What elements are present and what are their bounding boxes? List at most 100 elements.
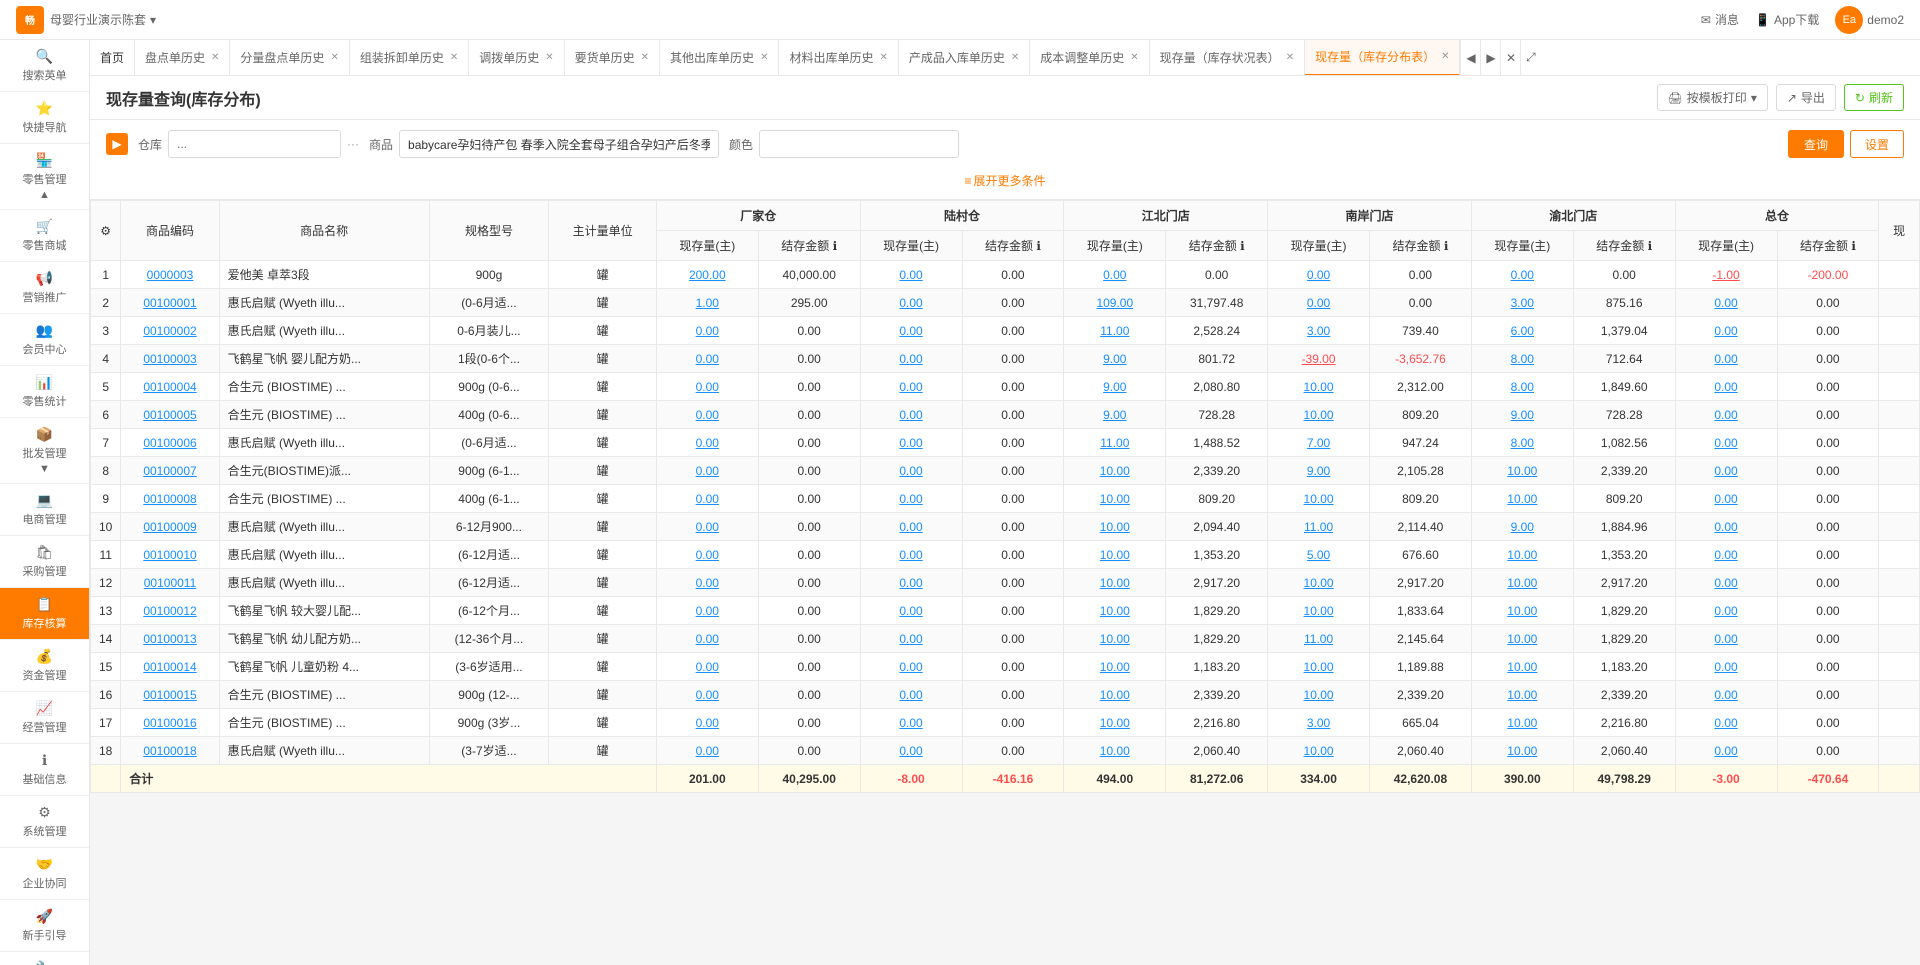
row-yubei-qty[interactable]: 10.00 xyxy=(1471,709,1573,737)
tab-nav-left[interactable]: ◀ xyxy=(1460,40,1480,76)
sidebar-item-system[interactable]: ⚙ 系统管理 xyxy=(0,796,89,848)
row-factory-qty[interactable]: 0.00 xyxy=(656,513,758,541)
row-total-qty[interactable]: 0.00 xyxy=(1675,317,1777,345)
row-lu-qty[interactable]: 0.00 xyxy=(860,289,962,317)
filter-toggle-btn[interactable]: ▶ xyxy=(106,133,128,155)
row-lu-qty[interactable]: 0.00 xyxy=(860,429,962,457)
search-button[interactable]: 查询 xyxy=(1788,130,1844,158)
close-icon[interactable]: ✕ xyxy=(1286,52,1294,63)
row-yubei-qty[interactable]: 10.00 xyxy=(1471,541,1573,569)
row-factory-qty[interactable]: 0.00 xyxy=(656,709,758,737)
close-icon[interactable]: ✕ xyxy=(330,52,338,63)
row-factory-qty[interactable]: 0.00 xyxy=(656,625,758,653)
row-yubei-qty[interactable]: 8.00 xyxy=(1471,429,1573,457)
row-factory-qty[interactable]: 0.00 xyxy=(656,541,758,569)
row-lu-qty[interactable]: 0.00 xyxy=(860,709,962,737)
row-nanan-qty[interactable]: 10.00 xyxy=(1268,681,1370,709)
row-code[interactable]: 00100004 xyxy=(121,373,219,401)
sidebar-item-apps[interactable]: 🔧 应用中心 xyxy=(0,952,89,965)
row-lu-qty[interactable]: 0.00 xyxy=(860,513,962,541)
row-code[interactable]: 00100013 xyxy=(121,625,219,653)
row-factory-qty[interactable]: 0.00 xyxy=(656,653,758,681)
row-factory-qty[interactable]: 0.00 xyxy=(656,317,758,345)
row-factory-qty[interactable]: 0.00 xyxy=(656,401,758,429)
row-yubei-qty[interactable]: 10.00 xyxy=(1471,457,1573,485)
row-code[interactable]: 00100018 xyxy=(121,737,219,765)
row-lu-qty[interactable]: 0.00 xyxy=(860,401,962,429)
row-jiangbei-qty[interactable]: 10.00 xyxy=(1064,709,1166,737)
row-yubei-qty[interactable]: 10.00 xyxy=(1471,485,1573,513)
row-nanan-qty[interactable]: 10.00 xyxy=(1268,737,1370,765)
row-nanan-qty[interactable]: 11.00 xyxy=(1268,513,1370,541)
row-total-qty[interactable]: 0.00 xyxy=(1675,429,1777,457)
row-code[interactable]: 00100016 xyxy=(121,709,219,737)
close-icon[interactable]: ✕ xyxy=(545,52,553,63)
row-code[interactable]: 00100005 xyxy=(121,401,219,429)
row-jiangbei-qty[interactable]: 10.00 xyxy=(1064,457,1166,485)
row-nanan-qty[interactable]: 0.00 xyxy=(1268,261,1370,289)
row-lu-qty[interactable]: 0.00 xyxy=(860,737,962,765)
row-total-qty[interactable]: 0.00 xyxy=(1675,401,1777,429)
tab-assembly[interactable]: 组装拆卸单历史 ✕ xyxy=(350,40,469,76)
row-nanan-qty[interactable]: 9.00 xyxy=(1268,457,1370,485)
tab-home[interactable]: 首页 xyxy=(90,40,135,76)
row-code[interactable]: 00100007 xyxy=(121,457,219,485)
setting-button[interactable]: 设置 xyxy=(1850,130,1904,158)
close-icon[interactable]: ✕ xyxy=(1011,52,1019,63)
settings-col-header[interactable]: ⚙ xyxy=(91,201,121,261)
close-icon[interactable]: ✕ xyxy=(641,52,649,63)
row-yubei-qty[interactable]: 9.00 xyxy=(1471,513,1573,541)
row-code[interactable]: 00100014 xyxy=(121,653,219,681)
row-code[interactable]: 00100015 xyxy=(121,681,219,709)
row-yubei-qty[interactable]: 3.00 xyxy=(1471,289,1573,317)
row-total-qty[interactable]: 0.00 xyxy=(1675,597,1777,625)
row-yubei-qty[interactable]: 8.00 xyxy=(1471,345,1573,373)
row-code[interactable]: 00100003 xyxy=(121,345,219,373)
sidebar-item-search[interactable]: 🔍 搜索英单 xyxy=(0,40,89,92)
row-lu-qty[interactable]: 0.00 xyxy=(860,345,962,373)
row-yubei-qty[interactable]: 6.00 xyxy=(1471,317,1573,345)
expand-filter-btn[interactable]: ≡ 展开更多条件 xyxy=(964,172,1045,189)
row-yubei-qty[interactable]: 8.00 xyxy=(1471,373,1573,401)
row-yubei-qty[interactable]: 0.00 xyxy=(1471,261,1573,289)
row-jiangbei-qty[interactable]: 0.00 xyxy=(1064,261,1166,289)
sidebar-item-operations[interactable]: 📈 经营管理 xyxy=(0,692,89,744)
row-factory-qty[interactable]: 0.00 xyxy=(656,569,758,597)
row-nanan-qty[interactable]: 5.00 xyxy=(1268,541,1370,569)
row-jiangbei-qty[interactable]: 9.00 xyxy=(1064,401,1166,429)
row-nanan-qty[interactable]: 10.00 xyxy=(1268,401,1370,429)
tab-stocktake-history[interactable]: 盘点单历史 ✕ xyxy=(135,40,230,76)
close-icon[interactable]: ✕ xyxy=(760,52,768,63)
color-input[interactable] xyxy=(759,130,959,158)
tab-maximize[interactable]: ⤢ xyxy=(1520,40,1540,76)
row-jiangbei-qty[interactable]: 10.00 xyxy=(1064,485,1166,513)
row-lu-qty[interactable]: 0.00 xyxy=(860,485,962,513)
row-code[interactable]: 00100011 xyxy=(121,569,219,597)
row-jiangbei-qty[interactable]: 10.00 xyxy=(1064,681,1166,709)
tab-product-inbound[interactable]: 产成品入库单历史 ✕ xyxy=(899,40,1030,76)
row-jiangbei-qty[interactable]: 10.00 xyxy=(1064,541,1166,569)
warehouse-input[interactable] xyxy=(168,130,341,158)
row-lu-qty[interactable]: 0.00 xyxy=(860,681,962,709)
row-total-qty[interactable]: 0.00 xyxy=(1675,737,1777,765)
row-factory-qty[interactable]: 1.00 xyxy=(656,289,758,317)
row-jiangbei-qty[interactable]: 9.00 xyxy=(1064,373,1166,401)
row-total-qty[interactable]: 0.00 xyxy=(1675,569,1777,597)
close-icon[interactable]: ✕ xyxy=(1130,52,1138,63)
tab-nav-right[interactable]: ▶ xyxy=(1480,40,1500,76)
row-jiangbei-qty[interactable]: 10.00 xyxy=(1064,513,1166,541)
sidebar-item-collab[interactable]: 🤝 企业协同 xyxy=(0,848,89,900)
close-icon[interactable]: ✕ xyxy=(211,52,219,63)
row-total-qty[interactable]: 0.00 xyxy=(1675,457,1777,485)
row-yubei-qty[interactable]: 10.00 xyxy=(1471,625,1573,653)
row-total-qty[interactable]: 0.00 xyxy=(1675,681,1777,709)
refresh-button[interactable]: ↻ 刷新 xyxy=(1844,84,1904,111)
row-jiangbei-qty[interactable]: 10.00 xyxy=(1064,737,1166,765)
tab-material-outbound[interactable]: 材料出库单历史 ✕ xyxy=(779,40,898,76)
warehouse-dots[interactable]: ··· xyxy=(347,137,359,151)
row-jiangbei-qty[interactable]: 10.00 xyxy=(1064,625,1166,653)
row-jiangbei-qty[interactable]: 10.00 xyxy=(1064,653,1166,681)
row-lu-qty[interactable]: 0.00 xyxy=(860,597,962,625)
row-lu-qty[interactable]: 0.00 xyxy=(860,317,962,345)
row-factory-qty[interactable]: 0.00 xyxy=(656,597,758,625)
